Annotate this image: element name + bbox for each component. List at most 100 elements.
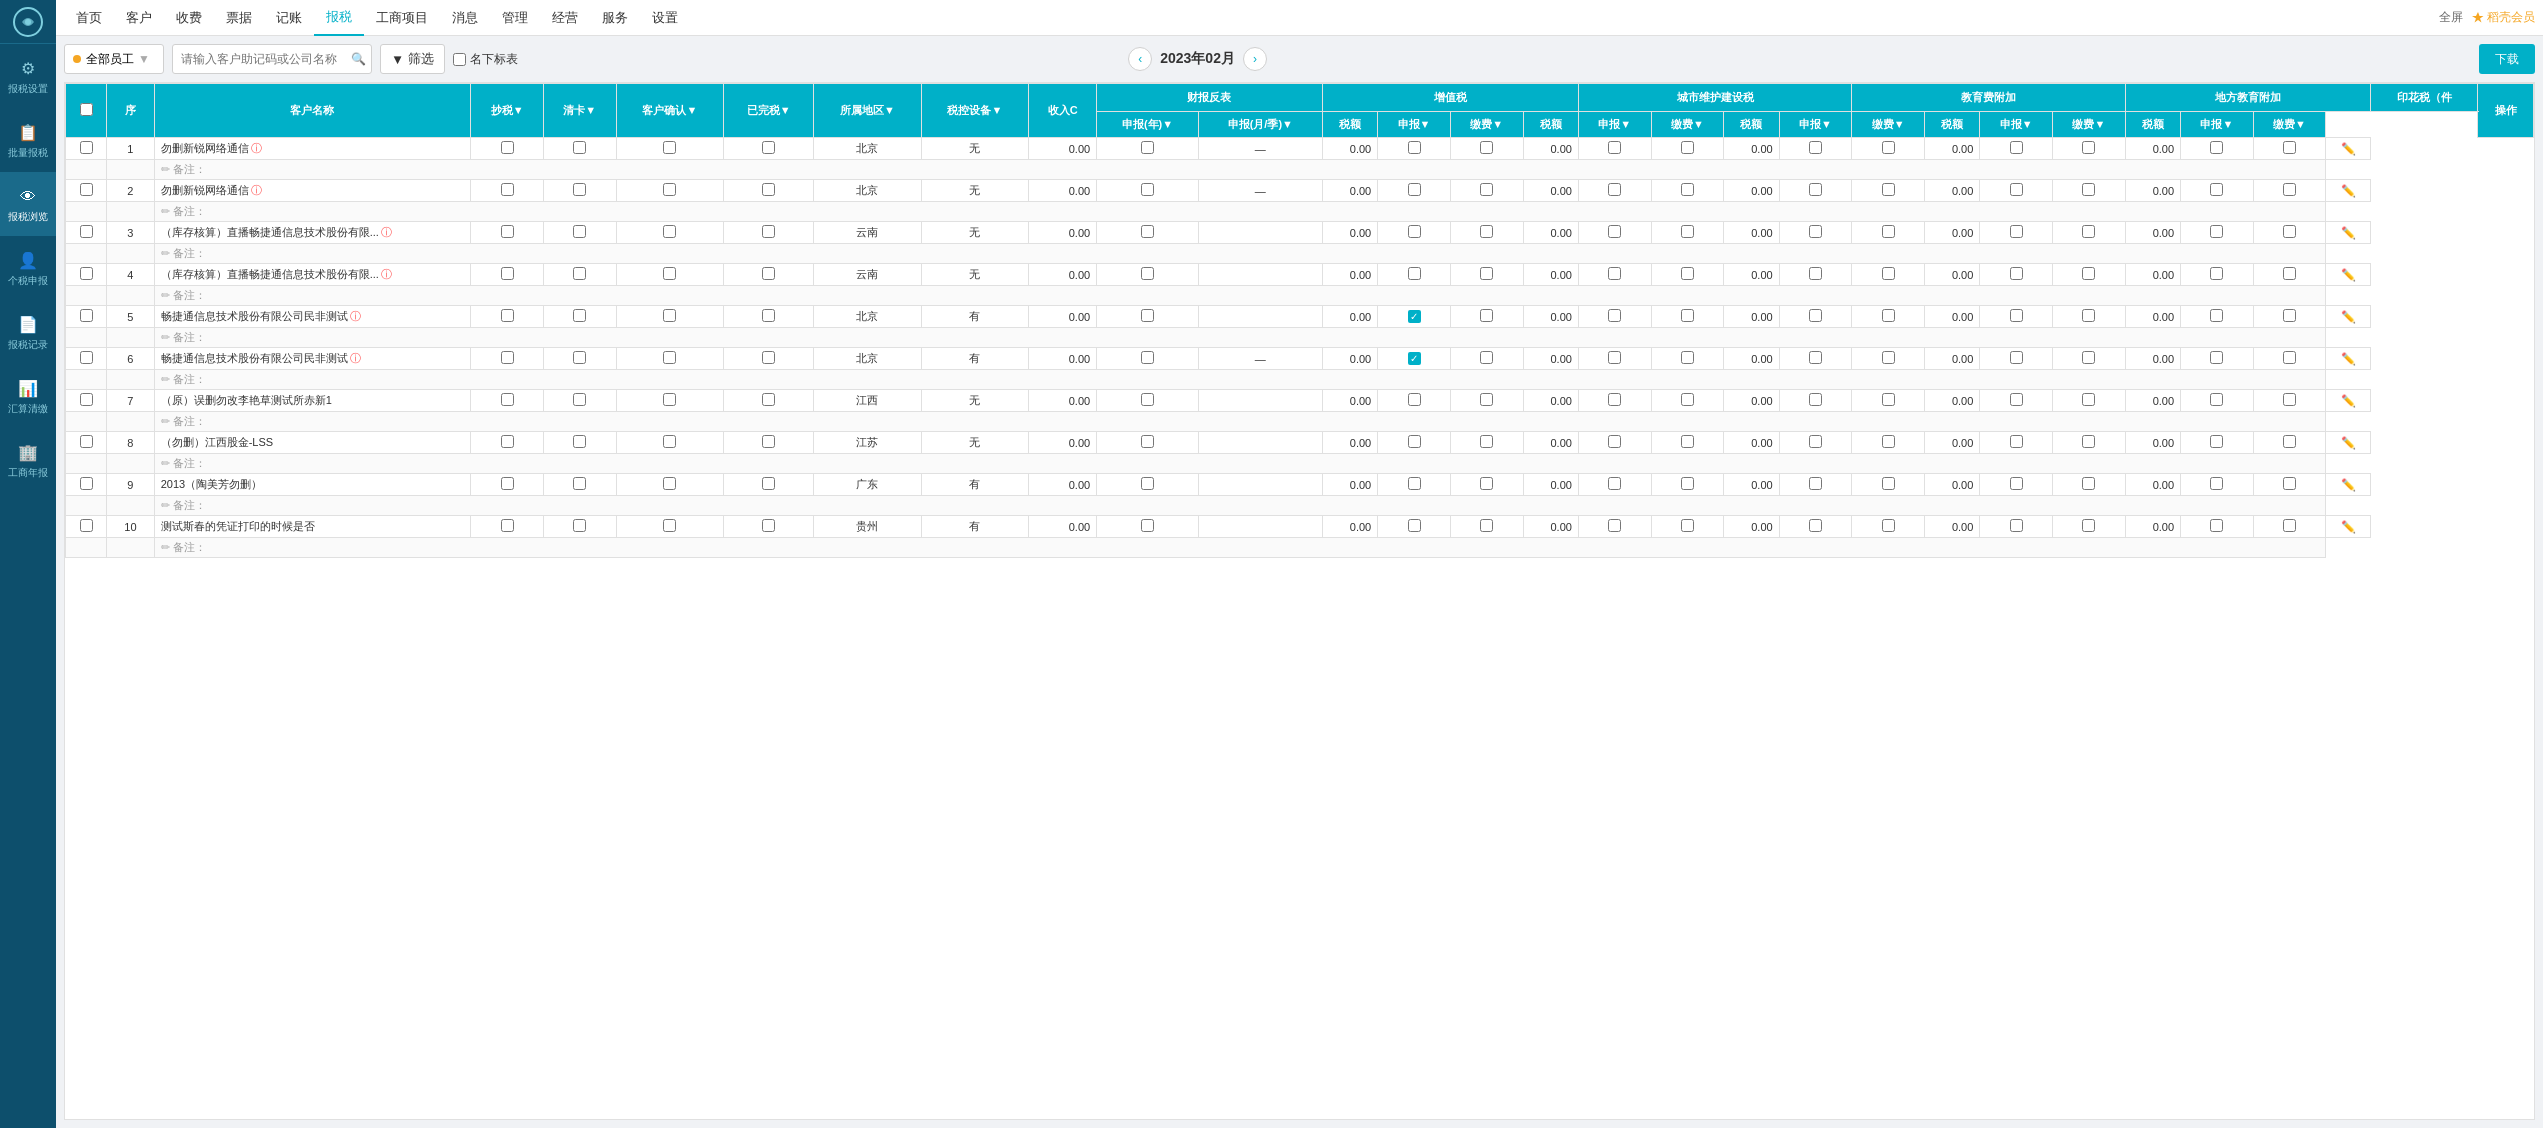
edit-icon[interactable]: ✏️ [2341,520,2356,534]
row-yh-shenbao[interactable] [2181,138,2254,160]
row-zj-shenbao[interactable] [1378,222,1451,244]
row-caiwu-year[interactable] [1097,432,1199,454]
sidebar-item-gongshangnianbaos[interactable]: 🏢 工商年报 [0,428,56,492]
row-cs-shenbao[interactable] [1578,222,1651,244]
row-checkbox[interactable] [1480,393,1493,406]
row-jy-jiaofei[interactable] [1852,348,1925,370]
row-df-jiaofei[interactable] [2053,180,2126,202]
row-jy-jiaofei[interactable] [1852,222,1925,244]
row-checkbox[interactable] [1882,393,1895,406]
row-checkbox[interactable] [1141,267,1154,280]
row-cs-jiaofei[interactable] [1651,432,1724,454]
row-checkbox[interactable] [2010,225,2023,238]
row-chaoshui[interactable] [471,348,544,370]
row-yh-jiaofei[interactable] [2253,474,2326,496]
row-checkbox[interactable] [1882,351,1895,364]
row-checkbox[interactable] [2283,267,2296,280]
row-checkbox[interactable] [1141,183,1154,196]
row-qingka[interactable] [543,390,616,412]
row-checkbox[interactable] [1141,141,1154,154]
row-checkbox[interactable] [762,477,775,490]
nav-tax[interactable]: 报税 [314,0,364,36]
row-checkbox[interactable] [80,519,93,532]
row-select-cell[interactable] [66,264,107,286]
row-wancheng[interactable] [724,432,814,454]
row-checkbox[interactable] [1882,435,1895,448]
row-checkbox[interactable] [1141,351,1154,364]
row-df-shenbao[interactable] [1980,516,2053,538]
sidebar-item-baoshuishezhi[interactable]: ⚙ 报税设置 [0,44,56,108]
row-df-jiaofei[interactable] [2053,138,2126,160]
row-checkbox[interactable] [1480,435,1493,448]
row-chaoshui[interactable] [471,222,544,244]
row-checkbox[interactable] [1408,477,1421,490]
row-checkbox[interactable] [2283,393,2296,406]
row-cs-jiaofei[interactable] [1651,348,1724,370]
row-caiwu-year[interactable] [1097,180,1199,202]
row-jy-shenbao[interactable] [1779,474,1852,496]
row-wancheng[interactable] [724,180,814,202]
row-checkbox[interactable] [2010,519,2023,532]
row-confirm[interactable] [616,474,723,496]
row-checkbox[interactable] [2082,351,2095,364]
row-cs-shenbao[interactable] [1578,474,1651,496]
row-confirm[interactable] [616,222,723,244]
fullscreen-btn[interactable]: 全屏 [2439,9,2463,26]
row-confirm[interactable] [616,180,723,202]
row-jy-shenbao[interactable] [1779,264,1852,286]
row-chaoshui[interactable] [471,180,544,202]
row-action[interactable]: ✏️ [2326,138,2370,160]
row-yh-shenbao[interactable] [2181,306,2254,328]
search-icon[interactable]: 🔍 [351,52,366,66]
row-jy-shenbao[interactable] [1779,180,1852,202]
nav-economy[interactable]: 经营 [540,0,590,36]
edit-icon[interactable]: ✏️ [2341,310,2356,324]
row-checkbox[interactable] [1480,477,1493,490]
row-wancheng[interactable] [724,264,814,286]
row-checkbox[interactable] [80,351,93,364]
row-checkbox[interactable] [1809,393,1822,406]
row-checkbox[interactable] [501,225,514,238]
row-wancheng[interactable] [724,390,814,412]
row-jy-jiaofei[interactable] [1852,474,1925,496]
row-zj-jiaofei[interactable] [1450,474,1523,496]
row-action[interactable]: ✏️ [2326,474,2370,496]
row-checkbox[interactable] [80,141,93,154]
row-confirm[interactable] [616,138,723,160]
row-cs-shenbao[interactable] [1578,138,1651,160]
row-wancheng[interactable] [724,516,814,538]
row-qingka[interactable] [543,306,616,328]
row-qingka[interactable] [543,432,616,454]
edit-icon[interactable]: ✏️ [2341,352,2356,366]
row-checkbox[interactable] [1480,141,1493,154]
row-checkbox[interactable] [2283,225,2296,238]
row-jy-jiaofei[interactable] [1852,306,1925,328]
row-checkbox[interactable] [1408,183,1421,196]
row-cs-shenbao[interactable] [1578,348,1651,370]
row-checkbox[interactable] [501,309,514,322]
row-df-shenbao[interactable] [1980,306,2053,328]
row-zj-jiaofei[interactable] [1450,390,1523,412]
sidebar-item-huisuan[interactable]: 📊 汇算清缴 [0,364,56,428]
row-checkbox[interactable] [1681,141,1694,154]
row-checkbox[interactable] [1681,309,1694,322]
row-yh-jiaofei[interactable] [2253,306,2326,328]
row-checkbox[interactable] [2082,309,2095,322]
row-checkbox[interactable] [2082,519,2095,532]
row-checkbox[interactable] [1408,435,1421,448]
row-checkbox[interactable] [2082,267,2095,280]
row-checkbox[interactable] [2283,141,2296,154]
row-cs-jiaofei[interactable] [1651,138,1724,160]
row-cs-shenbao[interactable] [1578,264,1651,286]
row-select-cell[interactable] [66,390,107,412]
row-zj-shenbao[interactable] [1378,516,1451,538]
row-checkbox[interactable] [1882,267,1895,280]
row-df-shenbao[interactable] [1980,432,2053,454]
nav-accounting[interactable]: 记账 [264,0,314,36]
sidebar-item-piliangshuishui[interactable]: 📋 批量报税 [0,108,56,172]
name-tag-checkbox[interactable] [453,53,466,66]
row-yh-shenbao[interactable] [2181,390,2254,412]
row-checkbox[interactable] [762,393,775,406]
row-checkbox[interactable] [1480,351,1493,364]
row-zj-jiaofei[interactable] [1450,264,1523,286]
